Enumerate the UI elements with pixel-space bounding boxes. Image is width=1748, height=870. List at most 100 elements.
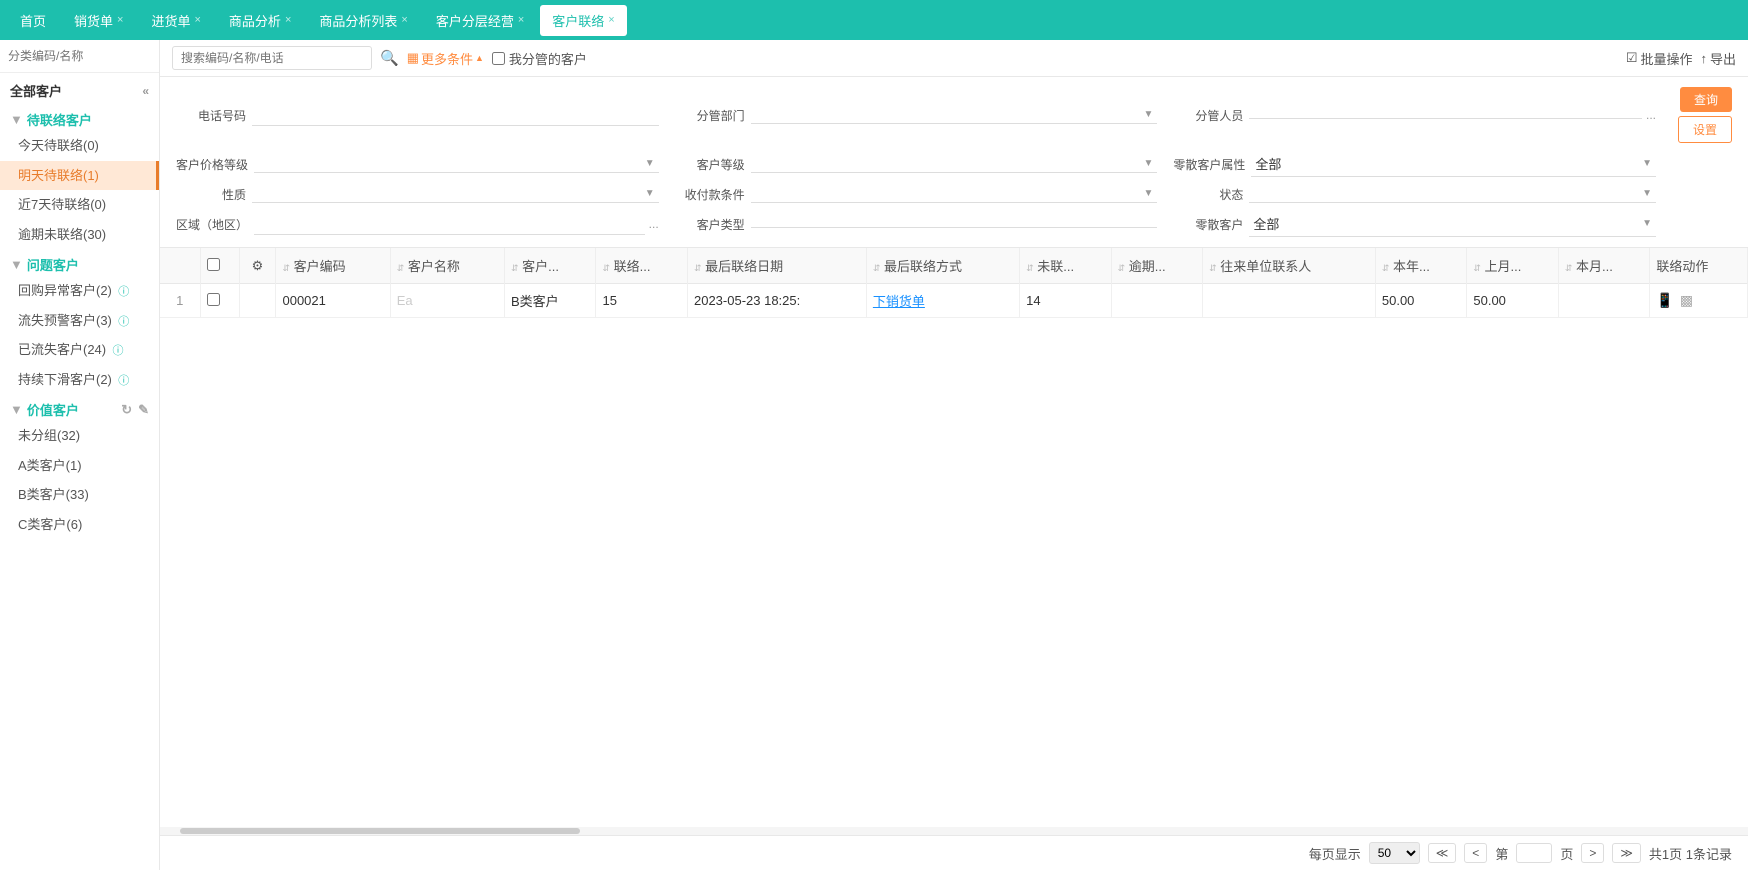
contact-method-link[interactable]: 下销货单 <box>873 294 925 309</box>
nav-customer-contact-close[interactable]: × <box>608 14 614 26</box>
set-button[interactable]: 设置 <box>1678 116 1732 143</box>
payment-select[interactable]: ▼ <box>751 185 1158 203</box>
col-not-contact[interactable]: ⇵ 未联... <box>1020 248 1112 284</box>
nav-customer-stratified-close[interactable]: × <box>518 14 524 26</box>
manager-select[interactable] <box>1249 112 1642 119</box>
row-checkbox[interactable] <box>207 293 220 306</box>
filter-more-conditions-button[interactable]: ▦ 更多条件 ▲ <box>407 49 484 68</box>
nav-sales[interactable]: 销货单 × <box>62 5 135 36</box>
last-page-button[interactable]: ≫ <box>1612 843 1641 863</box>
page-number-input[interactable]: 1 <box>1516 843 1552 863</box>
retail-customer-field: 零散客户 全部 ▼ <box>1173 211 1656 237</box>
col-customer-type-sort-icon: ⇵ <box>511 263 519 273</box>
sidebar-item-today[interactable]: 今天待联络(0) <box>0 131 159 161</box>
col-last-contact-date[interactable]: ⇵ 最后联络日期 <box>687 248 866 284</box>
dept-select[interactable]: ▼ <box>751 106 1158 124</box>
chevron-up-icon: ▲ <box>475 53 484 63</box>
sidebar-search-input[interactable] <box>8 49 160 63</box>
nav-purchase[interactable]: 进货单 × <box>139 5 212 36</box>
sidebar-item-class-c[interactable]: C类客户(6) <box>0 510 159 540</box>
problem-group-header: ▼ 问题客户 <box>0 249 159 276</box>
nav-product-analysis[interactable]: 商品分析 × <box>217 5 303 36</box>
export-button[interactable]: ↑ 导出 <box>1700 49 1736 68</box>
sidebar-item-tomorrow[interactable]: 明天待联络(1) <box>0 161 159 191</box>
sidebar-item-overdue[interactable]: 逾期未联络(30) <box>0 220 159 250</box>
main-layout: 🔍 全部客户 « ▼ 待联络客户 今天待联络(0) 明天待联络(1) 近7天待联… <box>0 40 1748 870</box>
col-this-month[interactable]: ⇵ 本月... <box>1558 248 1650 284</box>
price-level-select[interactable]: ▼ <box>254 155 659 173</box>
nav-customer-contact[interactable]: 客户联络 × <box>540 5 626 36</box>
filter-bar: 🔍 ▦ 更多条件 ▲ 我分管的客户 ☑ 批量操作 ↑ 导出 <box>160 40 1748 77</box>
customer-grade-select[interactable]: ▼ <box>751 155 1158 173</box>
col-overdue[interactable]: ⇵ 逾期... <box>1111 248 1203 284</box>
customer-grade-field: 客户等级 ▼ <box>675 155 1158 173</box>
sidebar-item-lost[interactable]: 已流失客户(24) ⓘ <box>0 335 159 365</box>
manager-dots-button[interactable]: ... <box>1646 108 1656 122</box>
value-refresh-icon[interactable]: ↻ <box>121 402 132 418</box>
first-page-button[interactable]: ≪ <box>1428 843 1457 863</box>
nav-product-analysis-list[interactable]: 商品分析列表 × <box>307 5 419 36</box>
cell-customer-type: B类客户 <box>504 284 596 318</box>
retail-customer-label: 零散客户 <box>1173 216 1243 233</box>
col-contact-count[interactable]: ⇵ 联络... <box>596 248 688 284</box>
price-level-field: 客户价格等级 ▼ <box>176 155 659 173</box>
sidebar-item-class-b[interactable]: B类客户(33) <box>0 480 159 510</box>
horizontal-scrollbar[interactable] <box>160 827 1748 835</box>
select-all-checkbox[interactable] <box>207 258 220 271</box>
customer-type-select[interactable] <box>751 221 1158 228</box>
retail-attr-select[interactable]: 全部 ▼ <box>1251 151 1656 177</box>
col-customer-name[interactable]: ⇵ 客户名称 <box>390 248 504 284</box>
info-icon-3: ⓘ <box>118 375 129 387</box>
page-size-select[interactable]: 50 20 100 200 <box>1369 842 1420 864</box>
nav-purchase-close[interactable]: × <box>194 14 200 26</box>
sidebar-item-class-a[interactable]: A类客户(1) <box>0 451 159 481</box>
sidebar-collapse-icon[interactable]: « <box>142 84 149 98</box>
prev-page-button[interactable]: < <box>1464 843 1487 863</box>
sidebar-item-week7[interactable]: 近7天待联络(0) <box>0 190 159 220</box>
cell-last-contact-method[interactable]: 下销货单 <box>866 284 1019 318</box>
nav-home[interactable]: 首页 <box>8 5 58 36</box>
col-last-month-sort-icon: ⇵ <box>1473 263 1481 273</box>
my-customers-filter[interactable]: 我分管的客户 <box>492 49 587 68</box>
query-button[interactable]: 查询 <box>1680 87 1732 112</box>
region-dots-button[interactable]: ... <box>649 217 659 231</box>
scroll-thumb[interactable] <box>180 828 580 834</box>
retail-customer-select[interactable]: 全部 ▼ <box>1249 211 1656 237</box>
sidebar-item-continue-down[interactable]: 持续下滑客户(2) ⓘ <box>0 365 159 395</box>
customer-type-label: 客户类型 <box>675 216 745 233</box>
col-customer-type[interactable]: ⇵ 客户... <box>504 248 596 284</box>
col-last-month[interactable]: ⇵ 上月... <box>1467 248 1559 284</box>
col-last-contact-method[interactable]: ⇵ 最后联络方式 <box>866 248 1019 284</box>
action-qr-icon[interactable]: ▩ <box>1680 292 1693 309</box>
col-settings[interactable]: ⚙ <box>239 248 276 284</box>
filter-search-input[interactable] <box>172 46 372 70</box>
col-row-num <box>160 248 200 284</box>
action-phone-icon[interactable]: 📱 <box>1656 292 1673 309</box>
nav-product-analysis-close[interactable]: × <box>285 14 291 26</box>
next-page-button[interactable]: > <box>1581 843 1604 863</box>
sidebar-item-unclassified[interactable]: 未分组(32) <box>0 421 159 451</box>
phone-input[interactable] <box>252 105 659 126</box>
my-customers-checkbox[interactable] <box>492 52 505 65</box>
nature-select[interactable]: ▼ <box>252 185 659 203</box>
export-icon: ↑ <box>1700 51 1707 66</box>
cell-contact-person <box>1203 284 1376 318</box>
col-this-year[interactable]: ⇵ 本年... <box>1375 248 1467 284</box>
info-icon-1: ⓘ <box>118 316 129 328</box>
cell-checkbox[interactable] <box>200 284 239 318</box>
batch-action-button[interactable]: ☑ 批量操作 <box>1626 49 1693 68</box>
settings-icon[interactable]: ⚙ <box>252 258 264 273</box>
col-customer-code[interactable]: ⇵ 客户编码 <box>276 248 390 284</box>
value-edit-icon[interactable]: ✎ <box>138 402 149 418</box>
nav-customer-stratified[interactable]: 客户分层经营 × <box>424 5 536 36</box>
col-contact-person[interactable]: ⇵ 往来单位联系人 <box>1203 248 1376 284</box>
nav-sales-close[interactable]: × <box>117 14 123 26</box>
nav-product-analysis-list-close[interactable]: × <box>401 14 407 26</box>
sidebar-search-bar: 🔍 <box>0 40 159 73</box>
sidebar-item-lost-potential[interactable]: 流失预警客户(3) ⓘ <box>0 306 159 336</box>
region-input[interactable] <box>254 214 645 235</box>
nature-field: 性质 ▼ <box>176 185 659 203</box>
status-select[interactable]: ▼ <box>1249 185 1656 203</box>
filter-search-button[interactable]: 🔍 <box>380 49 399 67</box>
sidebar-item-repurchase-abnormal[interactable]: 回购异常客户(2) ⓘ <box>0 276 159 306</box>
